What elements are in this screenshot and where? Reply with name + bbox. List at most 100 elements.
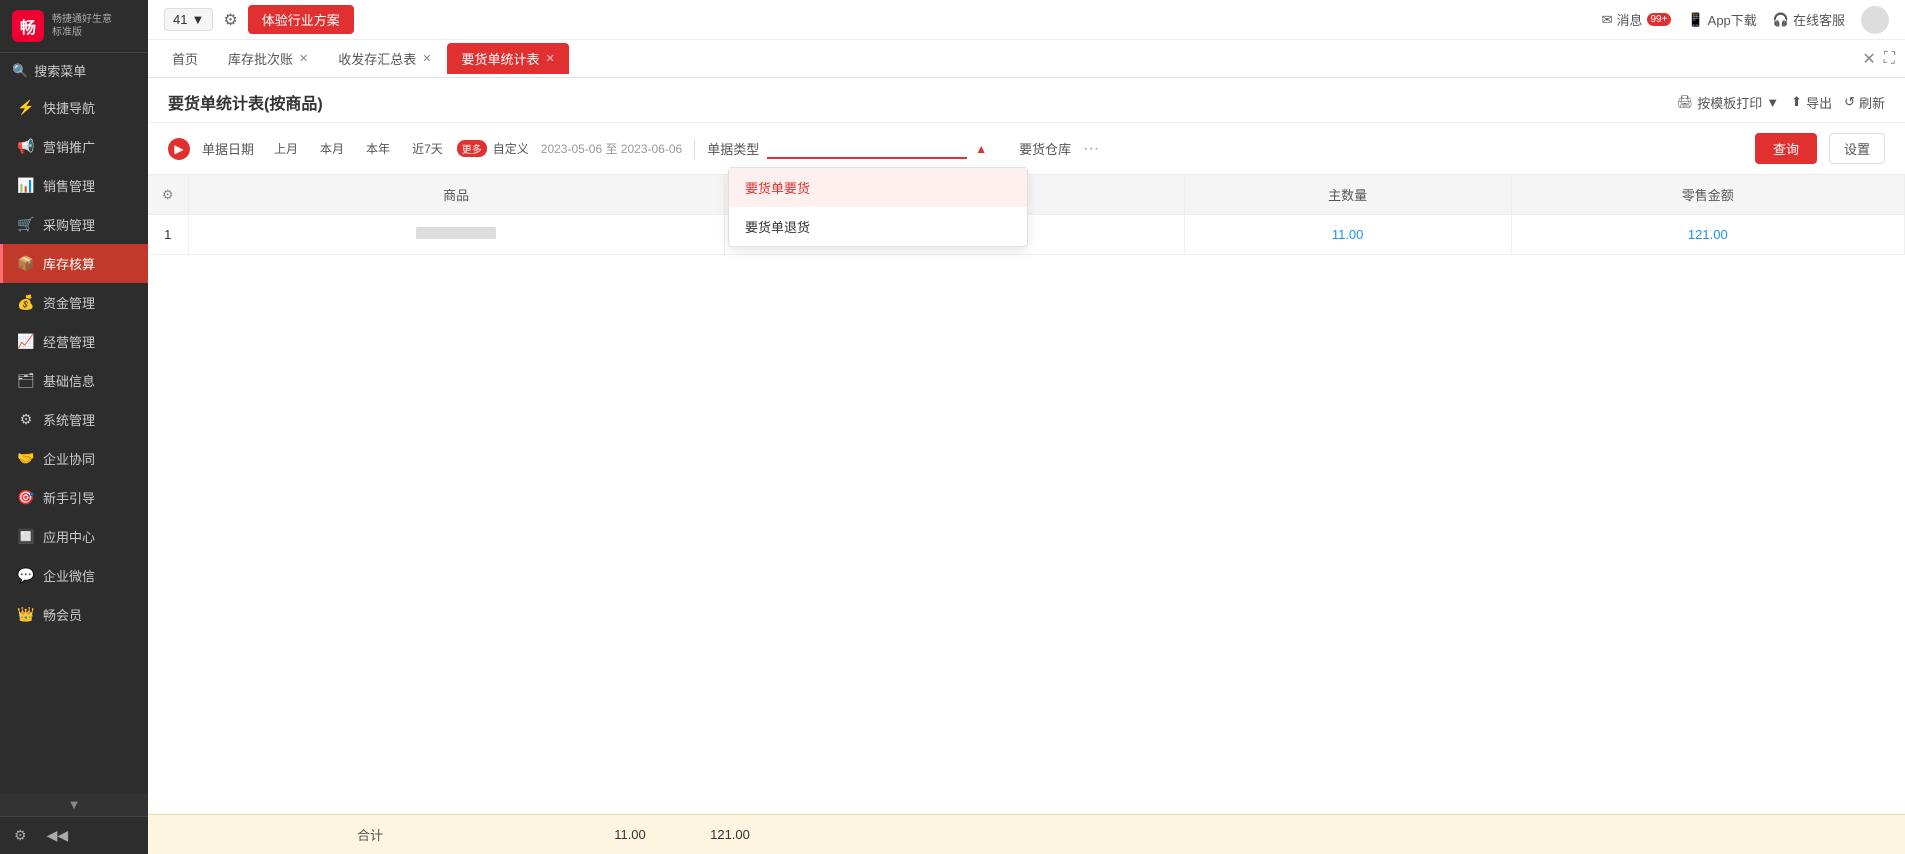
sidebar-item-label: 企业微信 xyxy=(43,566,95,585)
tab-home[interactable]: 首页 xyxy=(158,43,212,74)
top-header: 41 ▼ ⚙ 体验行业方案 ✉ 消息 99+ 📱 App下载 🎧 在线客服 xyxy=(148,0,1905,40)
content-area: 要货单统计表(按商品) 🖨 按模板打印 ▼ ⬆ 导出 ↺ 刷新 ▶ xyxy=(148,78,1905,854)
export-action[interactable]: ⬆ 导出 xyxy=(1791,93,1832,112)
page-title: 要货单统计表(按商品) xyxy=(168,90,323,114)
tabs-bar: 首页库存批次账✕收发存汇总表✕要货单统计表✕ ✕ ⛶ xyxy=(148,40,1905,78)
sidebar-item-system[interactable]: ⚙系统管理 xyxy=(0,400,148,439)
column-settings[interactable]: ⚙ xyxy=(148,175,188,215)
tab-inventory-batch[interactable]: 库存批次账 ✕ xyxy=(214,43,322,74)
sidebar-item-quick-nav[interactable]: ⚡ 快捷导航 xyxy=(0,88,148,127)
cell-qty: 11.00 xyxy=(1184,215,1511,255)
tab-receive-summary[interactable]: 收发存汇总表 ✕ xyxy=(324,43,445,74)
sidebar-item-corp[interactable]: 🤝企业协同 xyxy=(0,439,148,478)
appstore-icon: 🔲 xyxy=(17,528,35,545)
header-right: ✉ 消息 99+ 📱 App下载 🎧 在线客服 xyxy=(1602,6,1889,34)
sidebar-item-label: 快捷导航 xyxy=(43,98,95,117)
date-option-last-month[interactable]: 上月 xyxy=(266,137,306,160)
refresh-action[interactable]: ↺ 刷新 xyxy=(1844,93,1885,112)
sidebar-search[interactable]: 🔍 搜索菜单 xyxy=(0,53,148,88)
cell-seq: 1 xyxy=(148,215,188,255)
operation-icon: 📈 xyxy=(17,333,35,350)
trial-button[interactable]: 体验行业方案 xyxy=(248,5,354,34)
amount-link[interactable]: 121.00 xyxy=(1688,227,1728,242)
app-download-action[interactable]: 📱 App下载 xyxy=(1687,10,1756,29)
sidebar-scroll-down[interactable]: ▼ xyxy=(0,793,148,816)
sidebar-item-sales[interactable]: 📊销售管理 xyxy=(0,166,148,205)
sidebar-footer: ⚙ ◀◀ xyxy=(0,816,148,854)
sidebar-item-label: 新手引导 xyxy=(43,488,95,507)
marketing-icon: 📢 xyxy=(17,138,35,155)
sidebar-item-label: 经营管理 xyxy=(43,332,95,351)
filter-settings-button[interactable]: 设置 xyxy=(1829,133,1885,164)
type-filter-group: 单据类型 ▲ xyxy=(707,138,987,159)
collapse-icon[interactable]: ◀◀ xyxy=(47,827,69,844)
column-product: 商品 xyxy=(188,175,724,215)
tab-label: 首页 xyxy=(172,49,198,68)
sidebar-item-finance[interactable]: 💰资金管理 xyxy=(0,283,148,322)
sidebar-item-guide[interactable]: 🎯新手引导 xyxy=(0,478,148,517)
date-filter-group: 上月 本月 本年 近7天 更多 自定义 xyxy=(266,137,529,160)
quick-nav-icon: ⚡ xyxy=(17,99,35,116)
dropdown-item-return[interactable]: 要货单退货 xyxy=(729,207,1027,246)
cell-amount: 121.00 xyxy=(1511,215,1904,255)
print-icon: 🖨 xyxy=(1677,94,1694,110)
sidebar-item-marketing[interactable]: 📢 营销推广 xyxy=(0,127,148,166)
tab-label: 库存批次账 xyxy=(228,49,293,68)
date-option-this-month[interactable]: 本月 xyxy=(312,137,352,160)
filter-expand-btn[interactable]: ▶ xyxy=(168,138,190,160)
tab-close-order-summary[interactable]: ✕ xyxy=(546,52,555,65)
tab-close-inventory-batch[interactable]: ✕ xyxy=(299,52,308,65)
type-dropdown-arrow[interactable]: ▲ xyxy=(975,142,987,156)
message-label: 消息 xyxy=(1616,10,1642,29)
qty-link[interactable]: 11.00 xyxy=(1332,227,1364,242)
warehouse-filter-dots[interactable]: ··· xyxy=(1083,140,1099,158)
type-filter-input[interactable] xyxy=(767,138,967,159)
sidebar-item-label: 库存核算 xyxy=(43,254,95,273)
sidebar-item-label: 采购管理 xyxy=(43,215,95,234)
sales-icon: 📊 xyxy=(17,177,35,194)
sidebar-nav: ⚡ 快捷导航 📢 营销推广 📊销售管理🛒采购管理📦库存核算💰资金管理 📈 经营管理 🗂基础信息… xyxy=(0,88,148,793)
finance-icon: 💰 xyxy=(17,294,35,311)
logo-icon: 畅 xyxy=(12,10,44,42)
user-avatar[interactable] xyxy=(1861,6,1889,34)
sidebar-item-purchase[interactable]: 🛒采购管理 xyxy=(0,205,148,244)
date-range-display: 2023-05-06 至 2023-06-06 xyxy=(541,140,682,157)
type-dropdown-popup: 要货单要货 要货单退货 xyxy=(728,167,1028,247)
company-dropdown-icon: ▼ xyxy=(191,12,204,27)
tab-close-receive-summary[interactable]: ✕ xyxy=(422,52,431,65)
sidebar-item-label: 基础信息 xyxy=(43,371,95,390)
vip-icon: 👑 xyxy=(17,606,35,623)
company-select[interactable]: 41 ▼ xyxy=(164,8,213,31)
page-header: 要货单统计表(按商品) 🖨 按模板打印 ▼ ⬆ 导出 ↺ 刷新 xyxy=(148,78,1905,123)
sidebar-item-wechat[interactable]: 💬企业微信 xyxy=(0,556,148,595)
date-more-badge[interactable]: 更多 xyxy=(457,140,487,157)
tabs-close-all[interactable]: ✕ xyxy=(1862,49,1875,69)
cell-product xyxy=(188,215,724,255)
sidebar-item-appstore[interactable]: 🔲应用中心 xyxy=(0,517,148,556)
tab-order-summary[interactable]: 要货单统计表✕ xyxy=(447,43,568,74)
sidebar-item-label: 营销推广 xyxy=(43,137,95,156)
print-action[interactable]: 🖨 按模板打印 ▼ xyxy=(1677,93,1779,112)
sidebar-item-operation[interactable]: 📈 经营管理 xyxy=(0,322,148,361)
tabs-expand[interactable]: ⛶ xyxy=(1884,50,1895,68)
page-actions: 🖨 按模板打印 ▼ ⬆ 导出 ↺ 刷新 xyxy=(1677,93,1885,112)
sidebar-item-vip[interactable]: 👑畅会员 xyxy=(0,595,148,634)
sidebar-item-basic[interactable]: 🗂基础信息 xyxy=(0,361,148,400)
sidebar-item-inventory[interactable]: 📦库存核算 xyxy=(0,244,148,283)
tab-label: 收发存汇总表 xyxy=(338,49,416,68)
service-action[interactable]: 🎧 在线客服 xyxy=(1773,10,1845,29)
query-button[interactable]: 查询 xyxy=(1755,133,1817,164)
column-amount: 零售金额 xyxy=(1511,175,1904,215)
message-action[interactable]: ✉ 消息 99+ xyxy=(1602,10,1672,29)
settings-icon[interactable]: ⚙ xyxy=(14,827,27,844)
date-custom-option[interactable]: 自定义 xyxy=(493,140,529,157)
dropdown-item-require[interactable]: 要货单要货 xyxy=(729,168,1027,207)
date-option-this-year[interactable]: 本年 xyxy=(358,137,398,160)
header-gear-icon[interactable]: ⚙ xyxy=(223,10,237,30)
date-option-7days[interactable]: 近7天 xyxy=(404,137,451,160)
table-gear-icon[interactable]: ⚙ xyxy=(162,187,174,202)
message-icon: ✉ xyxy=(1602,12,1613,28)
main-area: 41 ▼ ⚙ 体验行业方案 ✉ 消息 99+ 📱 App下载 🎧 在线客服 xyxy=(148,0,1905,854)
date-filter-label: 单据日期 xyxy=(202,139,254,158)
sidebar-logo: 畅 畅捷通好生意 标准版 xyxy=(0,0,148,53)
